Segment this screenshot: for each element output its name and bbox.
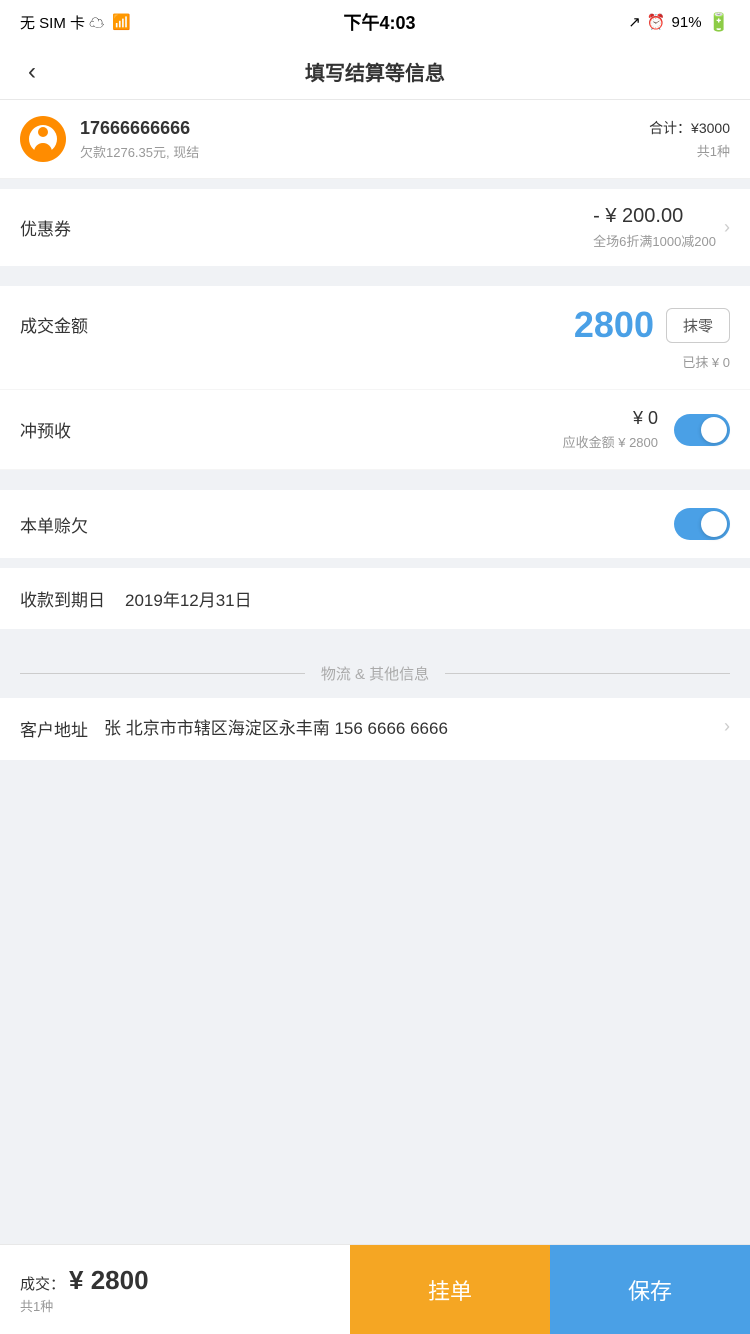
deal-amount: 2800	[574, 304, 654, 346]
debt-section: 本单赊欠	[0, 490, 750, 558]
due-date-row: 收款到期日 2019年12月31日	[0, 568, 750, 629]
prepay-amount-block: ¥ 0 应收金额 ¥ 2800	[563, 408, 658, 451]
deal-row: 成交金额 2800 抹零 已抹 ¥ 0	[0, 286, 750, 390]
debt-row: 本单赊欠	[0, 490, 750, 558]
deal-sub: 已抹 ¥ 0	[682, 352, 730, 371]
alarm-icon: ⏰	[647, 13, 666, 31]
debt-toggle-knob	[701, 511, 727, 537]
wifi-icon: 📶	[112, 13, 131, 31]
avatar-icon	[29, 125, 57, 153]
prepay-sub: 应收金额 ¥ 2800	[563, 432, 658, 451]
customer-info: 17666666666 欠款1276.35元, 现结	[80, 118, 199, 161]
due-date-label: 收款到期日	[20, 586, 105, 611]
status-right: ↗ ⏰ 91% 🔋	[628, 12, 730, 33]
round-zero-button[interactable]: 抹零	[666, 308, 730, 343]
avatar	[20, 116, 66, 162]
divider-3	[0, 639, 750, 649]
nav-bar: ‹ 填写结算等信息	[0, 44, 750, 100]
customer-left: 17666666666 欠款1276.35元, 现结	[20, 116, 199, 162]
deal-label: 成交金额	[20, 304, 88, 337]
deal-section: 成交金额 2800 抹零 已抹 ¥ 0 冲预收 ¥ 0 应收金额 ¥ 2800	[0, 286, 750, 470]
content: 17666666666 欠款1276.35元, 现结 合计：¥3000 共1种 …	[0, 100, 750, 870]
amount-row-inner: 2800 抹零	[574, 304, 730, 346]
address-label: 客户地址	[20, 716, 88, 741]
bottom-deal-label: 成交：	[20, 1273, 65, 1294]
divider-2	[0, 480, 750, 490]
battery-icon: 🔋	[708, 12, 730, 33]
address-chevron-icon: ›	[724, 716, 730, 737]
sim-label: 无 SIM 卡 ☁	[20, 12, 104, 33]
prepay-toggle[interactable]	[674, 414, 730, 446]
prepay-right: ¥ 0 应收金额 ¥ 2800	[563, 408, 730, 451]
logistics-header: 物流 & 其他信息	[0, 649, 750, 698]
logistics-line-right	[445, 673, 730, 674]
prepay-row: 冲预收 ¥ 0 应收金额 ¥ 2800	[0, 390, 750, 470]
toggle-knob	[701, 417, 727, 443]
back-button[interactable]: ‹	[20, 50, 44, 94]
bottom-amount: ¥ 2800	[69, 1265, 149, 1296]
customer-right: 合计：¥3000 共1种	[649, 118, 730, 160]
coupon-label: 优惠券	[20, 215, 71, 240]
customer-phone: 17666666666	[80, 118, 199, 139]
coupon-desc: 全场6折满1000减200	[593, 231, 716, 250]
customer-row: 17666666666 欠款1276.35元, 现结 合计：¥3000 共1种	[0, 100, 750, 179]
logistics-line-left	[20, 673, 305, 674]
debt-toggle[interactable]	[674, 508, 730, 540]
status-bar: 无 SIM 卡 ☁ 📶 下午4:03 ↗ ⏰ 91% 🔋	[0, 0, 750, 44]
address-value: 张 北京市市辖区海淀区永丰南 156 6666 6666	[104, 716, 716, 742]
save-button[interactable]: 保存	[550, 1245, 750, 1334]
debt-label: 本单赊欠	[20, 512, 88, 537]
page-title: 填写结算等信息	[305, 57, 445, 86]
battery-label: 91%	[672, 14, 702, 31]
location-icon: ↗	[628, 13, 641, 31]
divider-1	[0, 276, 750, 286]
total-count: 共1种	[649, 141, 730, 160]
logistics-text: 物流 & 其他信息	[321, 663, 429, 684]
chevron-right-icon: ›	[724, 217, 730, 238]
bottom-count: 共1种	[20, 1296, 330, 1315]
bottom-bar: 成交： ¥ 2800 共1种 挂单 保存	[0, 1244, 750, 1334]
status-left: 无 SIM 卡 ☁ 📶	[20, 12, 131, 33]
prepay-label: 冲预收	[20, 417, 71, 442]
hang-single-button[interactable]: 挂单	[350, 1245, 550, 1334]
customer-card: 17666666666 欠款1276.35元, 现结 合计：¥3000 共1种	[0, 100, 750, 179]
prepay-amount: ¥ 0	[563, 408, 658, 429]
customer-sub: 欠款1276.35元, 现结	[80, 142, 199, 161]
status-time: 下午4:03	[344, 9, 416, 35]
coupon-right: - ¥ 200.00 全场6折满1000减200 ›	[593, 205, 730, 250]
deal-right: 2800 抹零 已抹 ¥ 0	[574, 304, 730, 371]
total-label: 合计：¥3000	[649, 118, 730, 138]
coupon-row[interactable]: 优惠券 - ¥ 200.00 全场6折满1000减200 ›	[0, 189, 750, 266]
address-row[interactable]: 客户地址 张 北京市市辖区海淀区永丰南 156 6666 6666 ›	[0, 698, 750, 760]
bottom-summary: 成交： ¥ 2800 共1种	[0, 1245, 350, 1334]
coupon-discount: - ¥ 200.00	[593, 205, 716, 228]
due-date-value: 2019年12月31日	[125, 586, 252, 611]
